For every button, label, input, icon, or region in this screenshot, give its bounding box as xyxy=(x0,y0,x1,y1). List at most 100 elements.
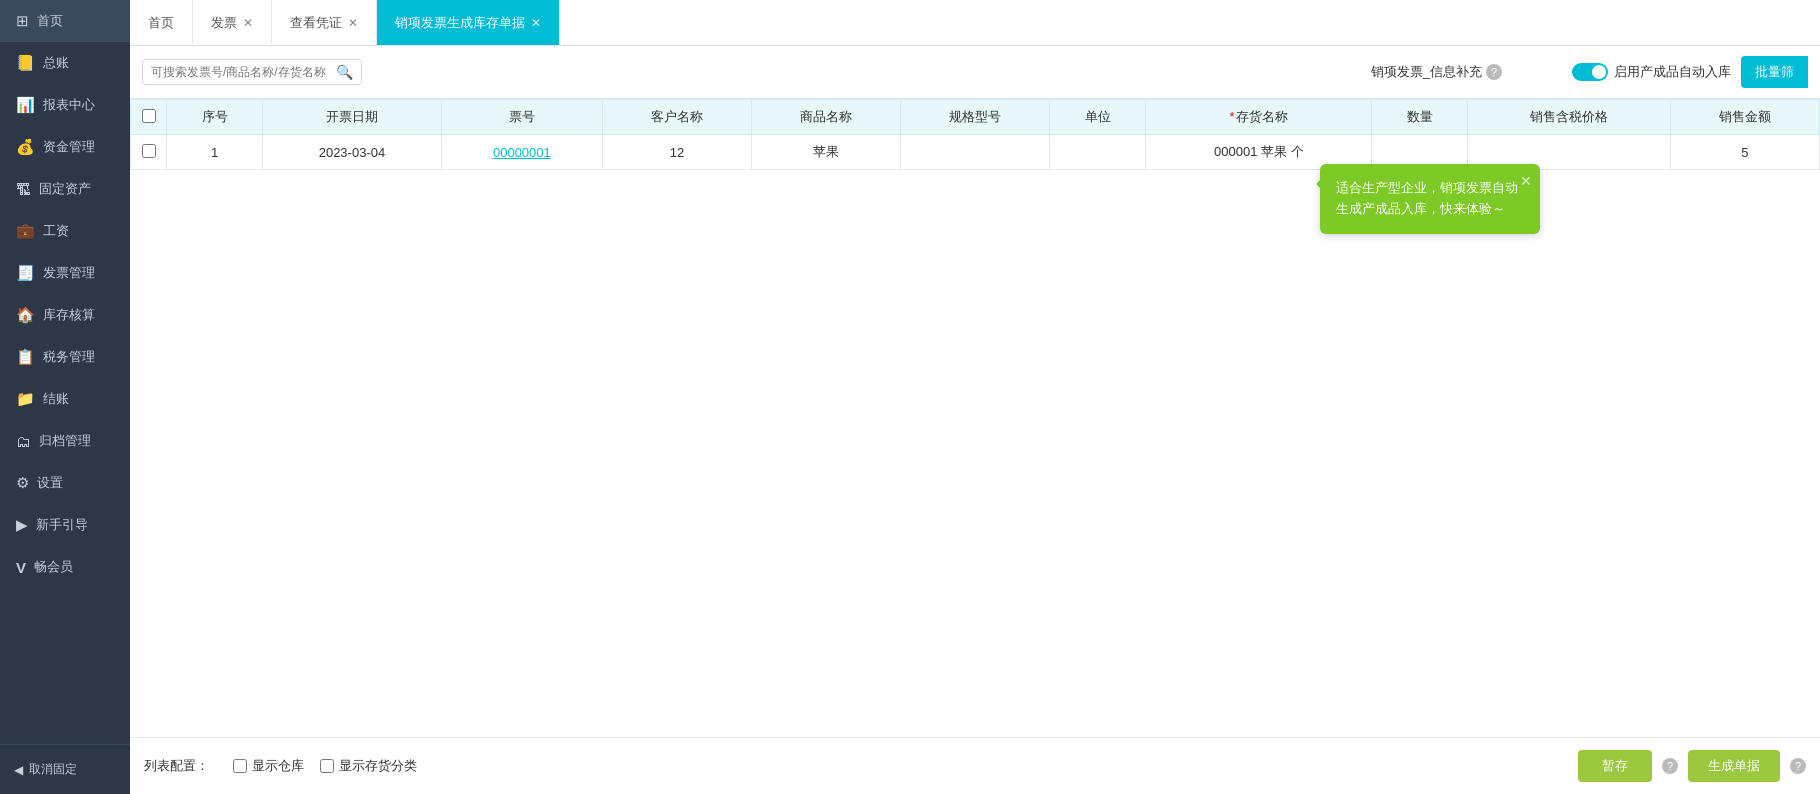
td-invoice-no[interactable]: 00000001 xyxy=(441,135,602,170)
th-seq: 序号 xyxy=(167,100,263,135)
toggle-area: 启用产成品自动入库 xyxy=(1572,63,1731,81)
tab-invoice[interactable]: 发票 ✕ xyxy=(193,0,272,45)
sidebar-item-ledger[interactable]: 📒 总账 xyxy=(0,42,130,84)
info-label-text: 销项发票_信息补充 xyxy=(1371,63,1482,81)
reports-icon: 📊 xyxy=(16,96,35,114)
td-spec xyxy=(901,135,1050,170)
sidebar-item-payroll[interactable]: 💼 工资 xyxy=(0,210,130,252)
sidebar-item-vip[interactable]: V 畅会员 xyxy=(0,546,130,588)
settings-icon: ⚙ xyxy=(16,474,29,492)
tab-voucher-close[interactable]: ✕ xyxy=(348,16,358,30)
th-unit: 单位 xyxy=(1050,100,1146,135)
search-input[interactable] xyxy=(151,65,336,79)
bottom-actions: 暂存 ? 生成单据 ? xyxy=(1578,750,1806,782)
pin-label: 取消固定 xyxy=(29,761,77,778)
th-sales-amount: 销售金额 xyxy=(1670,100,1819,135)
show-warehouse-wrap[interactable]: 显示仓库 xyxy=(233,757,304,775)
tab-home[interactable]: 首页 xyxy=(130,0,193,45)
sidebar-item-label: 税务管理 xyxy=(43,348,95,366)
home-icon: ⊞ xyxy=(16,12,29,30)
invoice-no-link[interactable]: 00000001 xyxy=(493,145,551,160)
show-warehouse-label: 显示仓库 xyxy=(252,757,304,775)
data-table: 序号 开票日期 票号 客户名称 商品名称 规格型号 单位 *存货名称 数量 销售… xyxy=(130,99,1820,170)
row-checkbox[interactable] xyxy=(142,144,156,158)
show-category-checkbox[interactable] xyxy=(320,759,334,773)
sidebar-bottom: ◀ 取消固定 xyxy=(0,744,130,794)
table-wrap: 序号 开票日期 票号 客户名称 商品名称 规格型号 单位 *存货名称 数量 销售… xyxy=(130,99,1820,737)
guide-icon: ▶ xyxy=(16,516,28,534)
tax-icon: 📋 xyxy=(16,348,35,366)
sidebar-item-label: 设置 xyxy=(37,474,63,492)
tooltip-bubble: ✕ 适合生产型企业，销项发票自动生成产成品入库，快来体验～ xyxy=(1320,164,1540,234)
sidebar-item-label: 固定资产 xyxy=(39,180,91,198)
sidebar-item-label: 首页 xyxy=(37,12,63,30)
tab-invoice-close[interactable]: ✕ xyxy=(243,16,253,30)
tab-bar: 首页 发票 ✕ 查看凭证 ✕ 销项发票生成库存单据 ✕ xyxy=(130,0,1820,46)
fixed-assets-icon: 🏗 xyxy=(16,181,31,198)
td-customer: 12 xyxy=(602,135,751,170)
tooltip-close-button[interactable]: ✕ xyxy=(1520,170,1532,192)
settle-icon: 📁 xyxy=(16,390,35,408)
sidebar-item-home[interactable]: ⊞ 首页 xyxy=(0,0,130,42)
generate-button[interactable]: 生成单据 xyxy=(1688,750,1780,782)
sidebar-item-label: 资金管理 xyxy=(43,138,95,156)
info-help-icon[interactable]: ? xyxy=(1486,64,1502,80)
show-category-label: 显示存货分类 xyxy=(339,757,417,775)
sidebar-item-inventory[interactable]: 🏠 库存核算 xyxy=(0,294,130,336)
tab-active[interactable]: 销项发票生成库存单据 ✕ xyxy=(377,0,560,45)
toggle-label: 启用产成品自动入库 xyxy=(1614,63,1731,81)
sidebar-item-reports[interactable]: 📊 报表中心 xyxy=(0,84,130,126)
tab-active-close[interactable]: ✕ xyxy=(531,16,541,30)
search-box[interactable]: 🔍 xyxy=(142,59,362,85)
tab-active-label: 销项发票生成库存单据 xyxy=(395,14,525,32)
generate-help-icon[interactable]: ? xyxy=(1790,758,1806,774)
sidebar-item-invoice-mgmt[interactable]: 🧾 发票管理 xyxy=(0,252,130,294)
table-header-row: 序号 开票日期 票号 客户名称 商品名称 规格型号 单位 *存货名称 数量 销售… xyxy=(131,100,1820,135)
th-price-tax: 销售含税价格 xyxy=(1468,100,1670,135)
td-date: 2023-03-04 xyxy=(263,135,442,170)
sidebar-item-tax[interactable]: 📋 税务管理 xyxy=(0,336,130,378)
sidebar-item-guide[interactable]: ▶ 新手引导 xyxy=(0,504,130,546)
sidebar-item-label: 归档管理 xyxy=(39,432,91,450)
sidebar-item-fixed-assets[interactable]: 🏗 固定资产 xyxy=(0,168,130,210)
archive-icon: 🗂 xyxy=(16,433,31,450)
th-customer: 客户名称 xyxy=(602,100,751,135)
select-all-checkbox[interactable] xyxy=(142,109,156,123)
invoice-mgmt-icon: 🧾 xyxy=(16,264,35,282)
tab-home-label: 首页 xyxy=(148,14,174,32)
th-quantity: 数量 xyxy=(1372,100,1468,135)
sidebar-pin-button[interactable]: ◀ 取消固定 xyxy=(0,753,130,786)
funds-icon: 💰 xyxy=(16,138,35,156)
save-button[interactable]: 暂存 xyxy=(1578,750,1652,782)
sidebar-item-settle[interactable]: 📁 结账 xyxy=(0,378,130,420)
sidebar-item-label: 报表中心 xyxy=(43,96,95,114)
save-help-icon[interactable]: ? xyxy=(1662,758,1678,774)
tab-invoice-label: 发票 xyxy=(211,14,237,32)
td-sales-amount: 5 xyxy=(1670,135,1819,170)
sidebar-item-label: 库存核算 xyxy=(43,306,95,324)
show-category-wrap[interactable]: 显示存货分类 xyxy=(320,757,417,775)
table-row: 1 2023-03-04 00000001 12 苹果 000001 苹果 个 … xyxy=(131,135,1820,170)
th-product: 商品名称 xyxy=(752,100,901,135)
th-date: 开票日期 xyxy=(263,100,442,135)
sidebar-item-archive[interactable]: 🗂 归档管理 xyxy=(0,420,130,462)
auto-warehouse-toggle[interactable] xyxy=(1572,63,1608,81)
sidebar: ⊞ 首页 📒 总账 📊 报表中心 💰 资金管理 🏗 固定资产 💼 工资 🧾 发票… xyxy=(0,0,130,794)
th-inventory-name: *存货名称 xyxy=(1146,100,1372,135)
info-label-area: 销项发票_信息补充 ? xyxy=(1371,63,1502,81)
sidebar-item-label: 总账 xyxy=(43,54,69,72)
show-warehouse-checkbox[interactable] xyxy=(233,759,247,773)
bottom-bar: 列表配置： 显示仓库 显示存货分类 暂存 ? 生成单据 ? xyxy=(130,737,1820,794)
td-unit xyxy=(1050,135,1146,170)
tab-voucher[interactable]: 查看凭证 ✕ xyxy=(272,0,377,45)
main-area: 首页 发票 ✕ 查看凭证 ✕ 销项发票生成库存单据 ✕ 🔍 销项发票_信息补充 … xyxy=(130,0,1820,794)
payroll-icon: 💼 xyxy=(16,222,35,240)
td-seq: 1 xyxy=(167,135,263,170)
sidebar-item-funds[interactable]: 💰 资金管理 xyxy=(0,126,130,168)
batch-button[interactable]: 批量筛 xyxy=(1741,56,1808,88)
td-product: 苹果 xyxy=(752,135,901,170)
sidebar-item-label: 工资 xyxy=(43,222,69,240)
toolbar: 🔍 销项发票_信息补充 ? 启用产成品自动入库 批量筛 xyxy=(130,46,1820,99)
sidebar-item-settings[interactable]: ⚙ 设置 xyxy=(0,462,130,504)
content-area: 🔍 销项发票_信息补充 ? 启用产成品自动入库 批量筛 xyxy=(130,46,1820,794)
